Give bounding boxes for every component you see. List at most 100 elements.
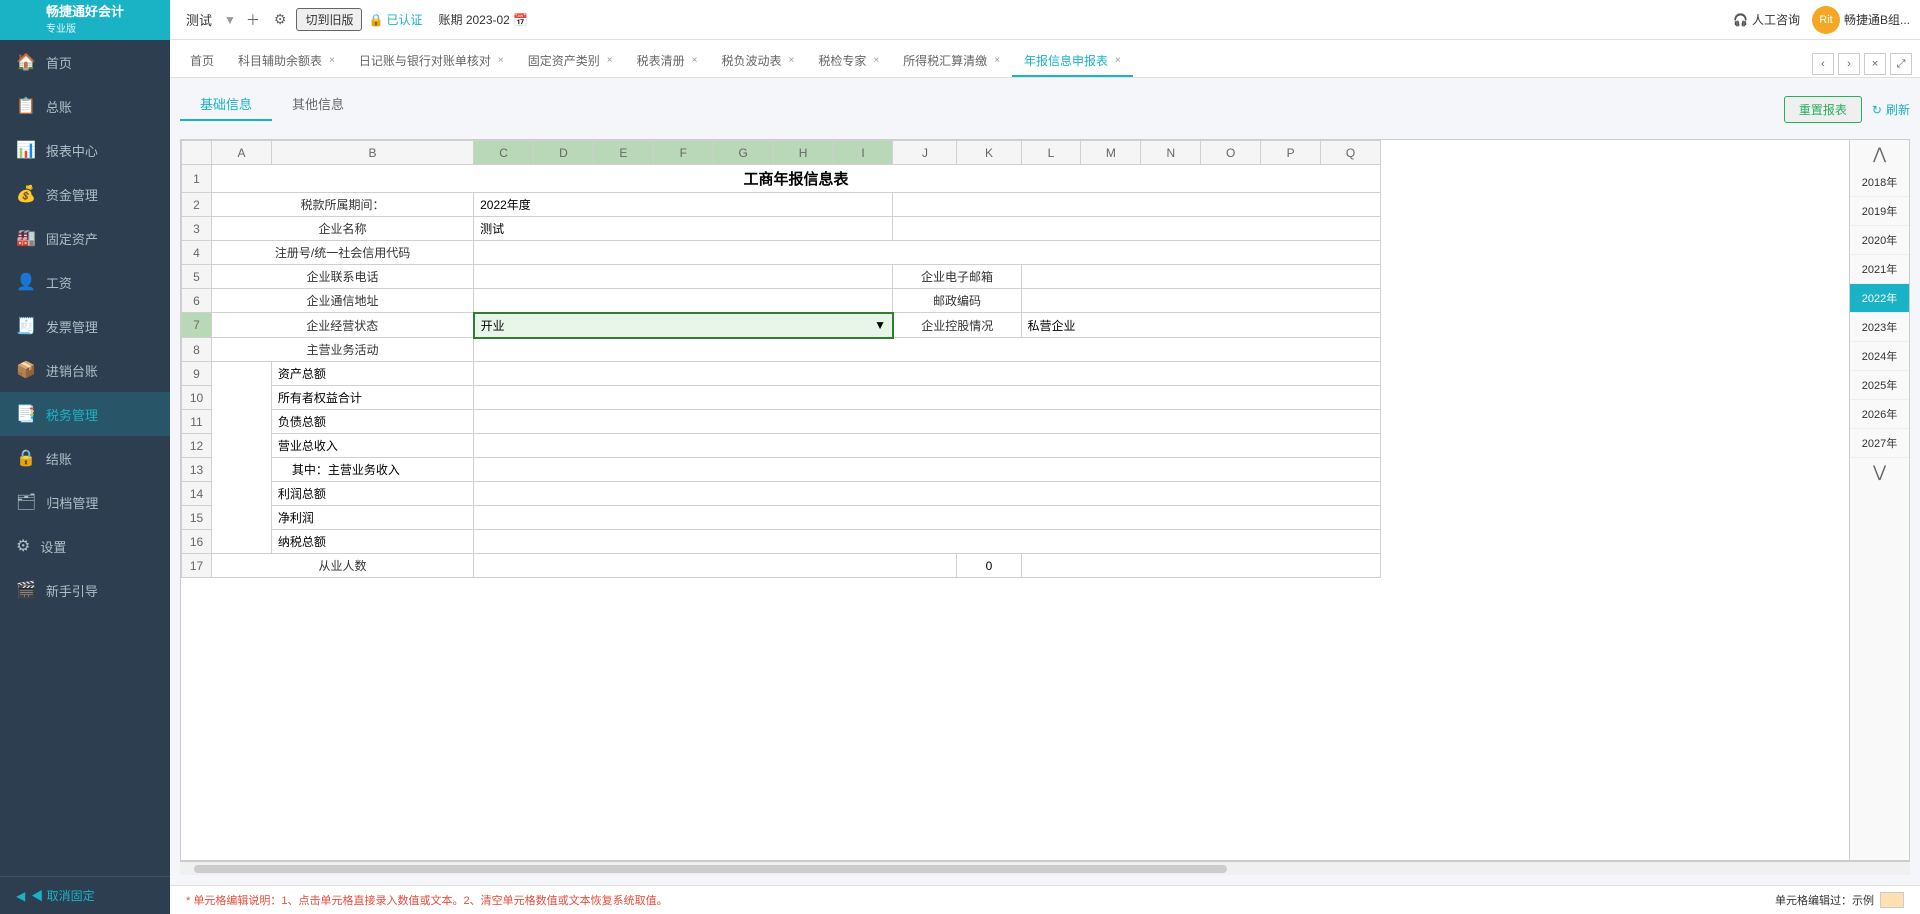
close-icon[interactable]: × (692, 55, 698, 66)
unpin-sidebar-button[interactable]: ◀ ◀ 取消固定 (0, 876, 170, 914)
customer-support-button[interactable]: 🎧 人工咨询 (1733, 11, 1800, 28)
year-2021[interactable]: 2021年 (1850, 255, 1909, 284)
sub-tab-basic[interactable]: 基础信息 (180, 88, 272, 121)
tab-tax-inspection[interactable]: 税检专家 × (806, 46, 891, 77)
equity-cell[interactable] (474, 386, 1381, 410)
sidebar-item-purchase-sales[interactable]: 📦 进销台账 (0, 348, 170, 392)
tab-tax-table[interactable]: 税表清册 × (625, 46, 710, 77)
col-header-h[interactable]: H (773, 141, 833, 165)
profit-cell[interactable] (474, 482, 1381, 506)
col-header-o[interactable]: O (1201, 141, 1261, 165)
year-2024[interactable]: 2024年 (1850, 342, 1909, 371)
tab-tax-fluctuation[interactable]: 税负波动表 × (709, 46, 806, 77)
col-header-j[interactable]: J (893, 141, 957, 165)
tax-total-cell[interactable] (474, 530, 1381, 554)
reg-no-cell[interactable] (474, 241, 1381, 265)
sidebar-item-payroll[interactable]: 👤 工资 (0, 260, 170, 304)
main-biz-cell[interactable] (474, 338, 1381, 362)
horizontal-scrollbar[interactable] (180, 861, 1910, 875)
close-icon[interactable]: × (1115, 55, 1121, 66)
sidebar-item-settings[interactable]: ⚙ 设置 (0, 524, 170, 568)
main-revenue-sub-cell[interactable] (474, 458, 1381, 482)
col-header-m[interactable]: M (1081, 141, 1141, 165)
page-content: 基础信息 其他信息 重置报表 ↻ 刷新 (170, 78, 1920, 885)
tab-fixed-asset-category[interactable]: 固定资产类别 × (516, 46, 625, 77)
spreadsheet-main[interactable]: A B C D E F G H I J K L (181, 140, 1849, 860)
col-header-k[interactable]: K (957, 141, 1021, 165)
sidebar-item-guide[interactable]: 🎬 新手引导 (0, 568, 170, 612)
close-icon[interactable]: × (873, 55, 879, 66)
col-header-d[interactable]: D (534, 141, 594, 165)
sidebar-item-funds[interactable]: 💰 资金管理 (0, 172, 170, 216)
year-scroll-down-button[interactable]: ⋁ (1850, 458, 1909, 486)
year-2018[interactable]: 2018年 (1850, 168, 1909, 197)
sub-tab-other[interactable]: 其他信息 (272, 88, 364, 121)
tab-close-all-button[interactable]: × (1864, 53, 1886, 75)
period-value-cell[interactable]: 2022年度 (474, 193, 893, 217)
liabilities-cell[interactable] (474, 410, 1381, 434)
tab-dropdown-arrow[interactable]: ▼ (224, 13, 236, 27)
year-2025[interactable]: 2025年 (1850, 371, 1909, 400)
sidebar-item-close[interactable]: 🔒 结账 (0, 436, 170, 480)
postcode-cell[interactable] (1021, 289, 1380, 313)
year-2023[interactable]: 2023年 (1850, 313, 1909, 342)
total-assets-cell[interactable] (474, 362, 1381, 386)
sidebar-item-reports[interactable]: 📊 报表中心 (0, 128, 170, 172)
sidebar-item-archive[interactable]: 🗂 归档管理 (0, 480, 170, 524)
revenue-cell[interactable] (474, 434, 1381, 458)
year-2026[interactable]: 2026年 (1850, 400, 1909, 429)
sidebar-item-assets[interactable]: 🏭 固定资产 (0, 216, 170, 260)
tab-home[interactable]: 首页 (178, 46, 226, 77)
sidebar-item-ledger[interactable]: 📋 总账 (0, 84, 170, 128)
tab-expand-button[interactable]: ⤢ (1890, 53, 1912, 75)
email-cell[interactable] (1021, 265, 1380, 289)
col-header-b[interactable]: B (271, 141, 473, 165)
close-icon[interactable]: × (994, 55, 1000, 66)
year-2019[interactable]: 2019年 (1850, 197, 1909, 226)
user-profile[interactable]: Rit 畅捷通B组... (1812, 6, 1910, 34)
company-name-cell[interactable]: 测试 (474, 217, 893, 241)
tab-prev-button[interactable]: ‹ (1812, 53, 1834, 75)
close-icon[interactable]: × (498, 55, 504, 66)
close-icon[interactable]: × (788, 55, 794, 66)
sidebar-item-invoice[interactable]: 🧾 发票管理 (0, 304, 170, 348)
address-cell[interactable] (474, 289, 893, 313)
sheet-title-cell[interactable]: 工商年报信息表 (212, 165, 1381, 193)
col-header-g[interactable]: G (713, 141, 773, 165)
phone-cell[interactable] (474, 265, 893, 289)
year-scroll-up-button[interactable]: ⋀ (1850, 140, 1909, 168)
tab-income-tax[interactable]: 所得税汇算清缴 × (891, 46, 1012, 77)
col-header-p[interactable]: P (1261, 141, 1321, 165)
employees-cell[interactable] (474, 554, 957, 578)
tab-settings-button[interactable]: ⚙ (270, 11, 291, 28)
employees-value-cell[interactable]: 0 (957, 554, 1021, 578)
sidebar-item-tax[interactable]: 📑 税务管理 (0, 392, 170, 436)
col-header-i[interactable]: I (833, 141, 893, 165)
sidebar-item-home[interactable]: 🏠 首页 (0, 40, 170, 84)
biz-status-cell[interactable]: 开业 ▼ (474, 313, 893, 338)
switch-old-version-button[interactable]: 切到旧版 (296, 8, 362, 31)
col-header-n[interactable]: N (1141, 141, 1201, 165)
refresh-button[interactable]: ↻ 刷新 (1872, 101, 1910, 118)
col-header-l[interactable]: L (1021, 141, 1081, 165)
new-tab-button[interactable]: ＋ (242, 10, 264, 30)
col-header-a[interactable]: A (212, 141, 272, 165)
col-header-e[interactable]: E (593, 141, 653, 165)
year-2020[interactable]: 2020年 (1850, 226, 1909, 255)
tab-journal-bank[interactable]: 日记账与银行对账单核对 × (347, 46, 516, 77)
reset-report-button[interactable]: 重置报表 (1784, 96, 1862, 123)
col-header-f[interactable]: F (653, 141, 713, 165)
year-2022[interactable]: 2022年 (1850, 284, 1909, 313)
tab-annual-report[interactable]: 年报信息申报表 × (1012, 46, 1133, 77)
current-tab-name[interactable]: 测试 (180, 10, 218, 29)
col-header-q[interactable]: Q (1321, 141, 1381, 165)
tab-subject-balance[interactable]: 科目辅助余额表 × (226, 46, 347, 77)
close-icon[interactable]: × (329, 55, 335, 66)
year-2027[interactable]: 2027年 (1850, 429, 1909, 458)
footer-right: 单元格编辑过：示例 (1775, 892, 1904, 908)
col-header-c[interactable]: C (474, 141, 534, 165)
holding-cell[interactable]: 私营企业 (1021, 313, 1380, 338)
net-profit-cell[interactable] (474, 506, 1381, 530)
tab-next-button[interactable]: › (1838, 53, 1860, 75)
close-icon[interactable]: × (607, 55, 613, 66)
